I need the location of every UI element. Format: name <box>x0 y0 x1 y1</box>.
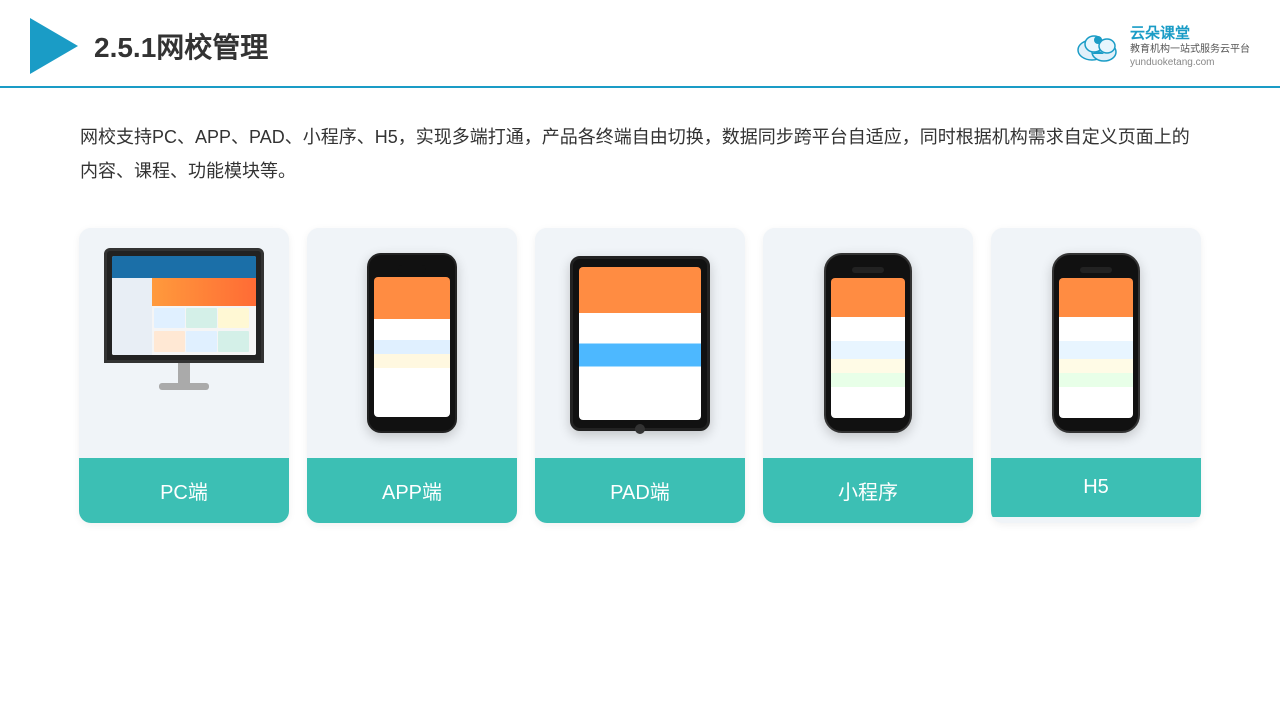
card-h5-image <box>991 228 1201 458</box>
brand-url: yunduoketang.com <box>1130 57 1215 68</box>
header-left: 2.5.1网校管理 <box>30 18 268 74</box>
phone-notch <box>398 265 426 273</box>
card-pad-image <box>535 228 745 458</box>
h5-phone-notch <box>1080 267 1112 273</box>
card-pc-label: PC端 <box>79 458 289 523</box>
header: 2.5.1网校管理 云朵课堂 教育机构一站式服务云平台 yunduoketang… <box>0 0 1280 88</box>
logo-triangle-icon <box>30 18 78 74</box>
description-content: 网校支持PC、APP、PAD、小程序、H5，实现多端打通，产品各终端自由切换，数… <box>80 127 1190 181</box>
brand-text: 云朵课堂 教育机构一站式服务云平台 yunduoketang.com <box>1130 25 1250 68</box>
card-miniprogram-label: 小程序 <box>763 458 973 523</box>
card-app-image <box>307 228 517 458</box>
card-miniprogram: 小程序 <box>763 228 973 523</box>
tablet-screen <box>579 267 701 420</box>
h5-phone-screen <box>1059 278 1133 418</box>
card-h5-label: H5 <box>991 458 1201 517</box>
brand-tagline: 教育机构一站式服务云平台 <box>1130 43 1250 57</box>
app-phone-icon <box>367 253 457 433</box>
header-right: 云朵课堂 教育机构一站式服务云平台 yunduoketang.com <box>1072 25 1250 68</box>
pc-monitor-icon <box>99 248 269 438</box>
card-app-label: APP端 <box>307 458 517 523</box>
card-miniprogram-image <box>763 228 973 458</box>
phone-modern-notch <box>852 267 884 273</box>
card-pc-image <box>79 228 289 458</box>
card-pad: PAD端 <box>535 228 745 523</box>
tablet-home-btn <box>635 424 645 434</box>
miniprogram-phone-icon <box>824 253 912 433</box>
description-text: 网校支持PC、APP、PAD、小程序、H5，实现多端打通，产品各终端自由切换，数… <box>0 88 1280 208</box>
card-pad-label: PAD端 <box>535 458 745 523</box>
phone-modern-screen <box>831 278 905 418</box>
card-h5: H5 <box>991 228 1201 523</box>
phone-screen <box>374 277 450 417</box>
card-pc: PC端 <box>79 228 289 523</box>
cards-section: PC端 APP端 PAD端 <box>0 208 1280 523</box>
brand-logo: 云朵课堂 教育机构一站式服务云平台 yunduoketang.com <box>1072 25 1250 68</box>
page-title: 2.5.1网校管理 <box>94 26 268 66</box>
tablet-icon <box>570 256 710 431</box>
brand-name: 云朵课堂 <box>1130 25 1190 43</box>
h5-phone-icon <box>1052 253 1140 433</box>
cloud-icon <box>1072 28 1124 64</box>
card-app: APP端 <box>307 228 517 523</box>
